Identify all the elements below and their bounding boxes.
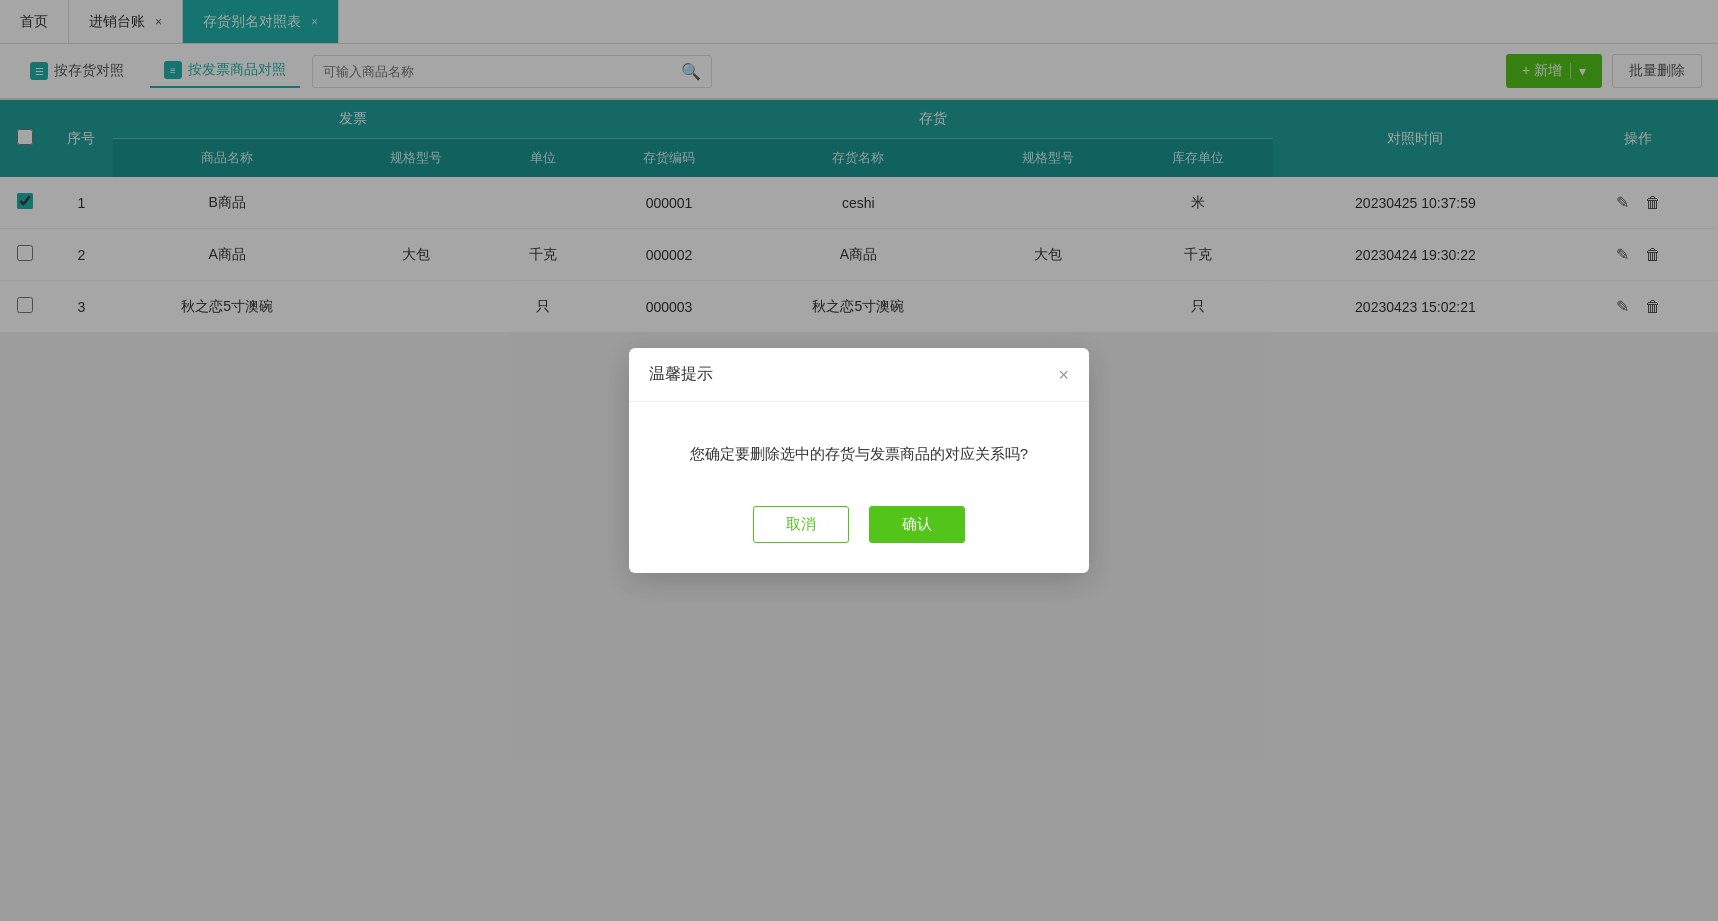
modal-overlay: 温馨提示 × 您确定要删除选中的存货与发票商品的对应关系吗? 取消 确认 xyxy=(0,0,1718,333)
